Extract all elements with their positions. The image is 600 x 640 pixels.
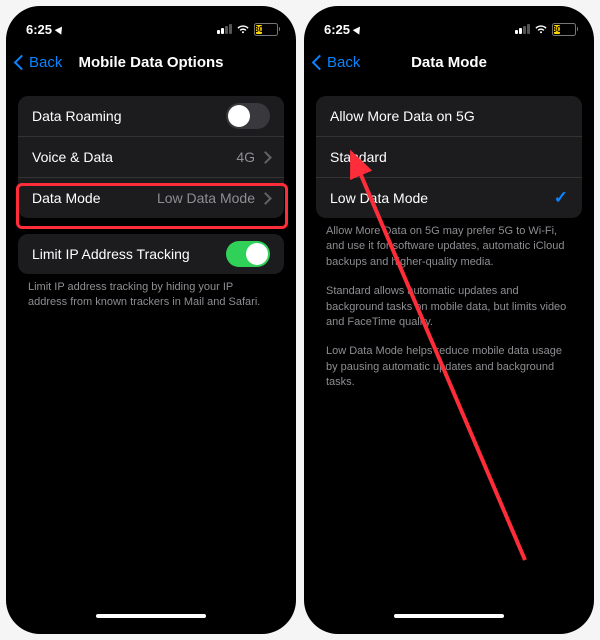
chevron-right-icon (259, 192, 272, 205)
back-button[interactable]: Back (314, 54, 360, 71)
check-icon: ✓ (554, 188, 568, 208)
phone-left: 6:25 30 (6, 6, 296, 634)
footer-text: Allow More Data on 5G may prefer 5G to W… (304, 218, 594, 405)
status-bar: 6:25 30 (6, 6, 296, 44)
home-indicator[interactable] (96, 614, 206, 619)
wifi-icon (534, 24, 548, 34)
wifi-icon (236, 24, 250, 34)
phone-right: 6:25 30 (304, 6, 594, 634)
back-label: Back (29, 54, 62, 71)
option-low-data[interactable]: Low Data Mode ✓ (316, 177, 582, 218)
footer-text: Limit IP address tracking by hiding your… (6, 274, 296, 311)
chevron-right-icon (259, 151, 272, 164)
chevron-left-icon (14, 54, 30, 70)
battery-icon: 30 (552, 23, 579, 36)
row-voice-data[interactable]: Voice & Data 4G (18, 136, 284, 177)
row-label: Limit IP Address Tracking (32, 246, 226, 262)
back-button[interactable]: Back (16, 54, 62, 71)
row-label: Voice & Data (32, 149, 236, 165)
row-label: Low Data Mode (330, 190, 554, 206)
nav-bar: Back Mobile Data Options (6, 44, 296, 80)
footer-p3: Low Data Mode helps reduce mobile data u… (326, 344, 572, 390)
option-standard[interactable]: Standard (316, 136, 582, 177)
settings-group-2: Limit IP Address Tracking (18, 234, 284, 274)
row-label: Allow More Data on 5G (330, 108, 568, 124)
battery-icon: 30 (254, 23, 281, 36)
location-icon (55, 24, 66, 34)
nav-bar: Back Data Mode (304, 44, 594, 80)
row-data-roaming[interactable]: Data Roaming (18, 96, 284, 136)
toggle-data-roaming[interactable] (226, 103, 270, 129)
chevron-left-icon (312, 54, 328, 70)
status-time: 6:25 (26, 22, 52, 37)
status-bar: 6:25 30 (304, 6, 594, 44)
row-limit-ip[interactable]: Limit IP Address Tracking (18, 234, 284, 274)
option-allow-more[interactable]: Allow More Data on 5G (316, 96, 582, 136)
row-value: Low Data Mode (157, 190, 255, 206)
row-label: Data Roaming (32, 108, 226, 124)
status-time: 6:25 (324, 22, 350, 37)
row-label: Standard (330, 149, 568, 165)
footer-p2: Standard allows automatic updates and ba… (326, 284, 572, 330)
toggle-limit-ip[interactable] (226, 241, 270, 267)
cellular-icon (217, 24, 232, 34)
cellular-icon (515, 24, 530, 34)
row-label: Data Mode (32, 190, 157, 206)
footer-p1: Allow More Data on 5G may prefer 5G to W… (326, 224, 572, 270)
home-indicator[interactable] (394, 614, 504, 619)
settings-group-1: Data Roaming Voice & Data 4G Data Mode L… (18, 96, 284, 218)
location-icon (353, 24, 364, 34)
row-data-mode[interactable]: Data Mode Low Data Mode (18, 177, 284, 218)
back-label: Back (327, 54, 360, 71)
options-group: Allow More Data on 5G Standard Low Data … (316, 96, 582, 218)
row-value: 4G (236, 149, 255, 165)
